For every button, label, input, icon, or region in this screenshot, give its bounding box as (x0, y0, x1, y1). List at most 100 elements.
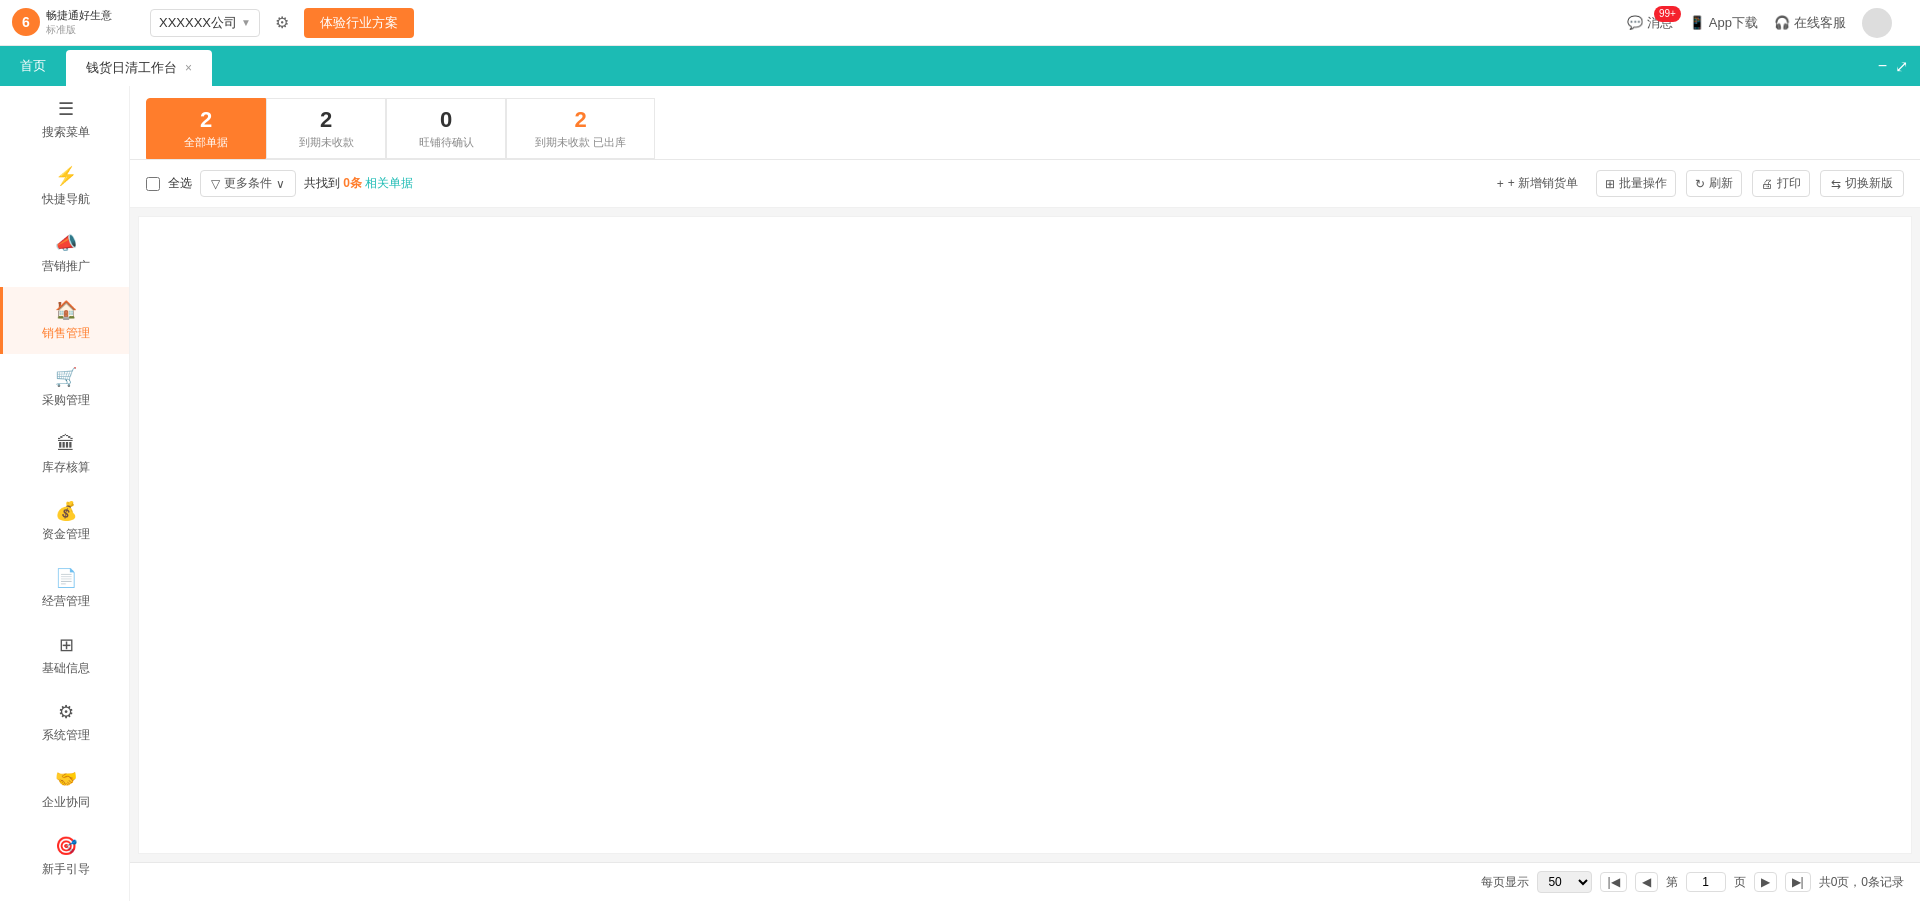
switch-label: 切换新版 (1845, 175, 1893, 192)
guide-icon: 🎯 (55, 835, 77, 857)
nav-tab-actions: − ⤢ (1878, 57, 1920, 76)
top-header: 6 畅捷通好生意 标准版 XXXXXX公司 ▼ ⚙ 体验行业方案 💬 消息 99… (0, 0, 1920, 46)
sidebar: ☰ 搜索菜单 ⚡ 快捷导航 📣 营销推广 🏠 销售管理 🛒 采购管理 🏛 库存核… (0, 86, 130, 901)
stat-tab-shipped[interactable]: 2 到期未收款 已出库 (506, 98, 655, 159)
try-industry-button[interactable]: 体验行业方案 (304, 8, 414, 38)
stat-tabs: 2 全部单据 2 到期未收款 0 旺铺待确认 2 到期未收款 已出库 (130, 86, 1920, 160)
basic-info-icon: ⊞ (55, 634, 77, 656)
sidebar-item-quick-nav[interactable]: ⚡ 快捷导航 (0, 153, 129, 220)
stat-tab-overdue[interactable]: 2 到期未收款 (266, 98, 386, 159)
stat-label-wangpu: 旺铺待确认 (419, 135, 474, 150)
page-number-input[interactable] (1686, 872, 1726, 892)
stat-tab-all[interactable]: 2 全部单据 (146, 98, 266, 159)
sidebar-system-label: 系统管理 (42, 727, 90, 744)
enterprise-icon: 🤝 (55, 768, 77, 790)
sidebar-item-basic-info[interactable]: ⊞ 基础信息 (0, 622, 129, 689)
page-text: 第 (1666, 874, 1678, 891)
logo-text-area: 畅捷通好生意 标准版 (46, 8, 112, 36)
company-selector[interactable]: XXXXXX公司 ▼ (150, 9, 260, 37)
page-text2: 页 (1734, 874, 1746, 891)
filter-button[interactable]: ▽ 更多条件 ∨ (200, 170, 296, 197)
next-page-button[interactable]: ▶ (1754, 872, 1777, 892)
message-icon: 💬 (1627, 15, 1643, 30)
sidebar-quick-nav-label: 快捷导航 (42, 191, 90, 208)
tab-qianhueriqing-label: 钱货日清工作台 (86, 59, 177, 77)
stat-label-shipped: 到期未收款 已出库 (535, 135, 626, 150)
inventory-icon: 🏛 (55, 433, 77, 455)
tab-home-label: 首页 (20, 57, 46, 75)
stat-num-all: 2 (200, 107, 212, 133)
total-info: 共0页，0条记录 (1819, 874, 1904, 891)
sidebar-purchase-label: 采购管理 (42, 392, 90, 409)
operations-icon: 📄 (55, 567, 77, 589)
refresh-icon: ↻ (1695, 177, 1705, 191)
switch-version-button[interactable]: ⇆ 切换新版 (1820, 170, 1904, 197)
refresh-button[interactable]: ↻ 刷新 (1686, 170, 1742, 197)
sidebar-inventory-label: 库存核算 (42, 459, 90, 476)
avatar[interactable] (1862, 8, 1892, 38)
per-page-select[interactable]: 50 100 200 (1537, 871, 1592, 893)
stat-label-all: 全部单据 (184, 135, 228, 150)
settings-icon[interactable]: ⚙ (268, 9, 296, 37)
stat-num-wangpu: 0 (440, 107, 452, 133)
sidebar-item-enterprise[interactable]: 🤝 企业协同 (0, 756, 129, 823)
filter-label: 更多条件 (224, 175, 272, 192)
search-menu-icon: ☰ (55, 98, 77, 120)
sales-icon: 🏠 (55, 299, 77, 321)
add-label: + 新增销货单 (1508, 175, 1578, 192)
tab-qianhueriqing[interactable]: 钱货日清工作台 × (66, 50, 212, 86)
sidebar-item-app-center[interactable]: 📥 应用中心 (0, 890, 129, 901)
table-area (138, 216, 1912, 854)
sidebar-item-guide[interactable]: 🎯 新手引导 (0, 823, 129, 890)
sidebar-item-marketing[interactable]: 📣 营销推广 (0, 220, 129, 287)
filter-icon: ▽ (211, 177, 220, 191)
found-text: 共找到 0条 相关单据 (304, 175, 413, 192)
main-layout: ☰ 搜索菜单 ⚡ 快捷导航 📣 营销推广 🏠 销售管理 🛒 采购管理 🏛 库存核… (0, 86, 1920, 901)
main-content: 2 全部单据 2 到期未收款 0 旺铺待确认 2 到期未收款 已出库 全选 (130, 86, 1920, 901)
toolbar-left: 全选 ▽ 更多条件 ∨ 共找到 0条 相关单据 (146, 170, 1481, 197)
sidebar-item-purchase[interactable]: 🛒 采购管理 (0, 354, 129, 421)
select-all-label: 全选 (168, 175, 192, 192)
sidebar-item-search-menu[interactable]: ☰ 搜索菜单 (0, 86, 129, 153)
app-name: 畅捷通好生意 (46, 8, 112, 22)
batch-operation-button[interactable]: ⊞ 批量操作 (1596, 170, 1676, 197)
sidebar-basic-info-label: 基础信息 (42, 660, 90, 677)
quick-nav-icon: ⚡ (55, 165, 77, 187)
prev-page-button[interactable]: ◀ (1635, 872, 1658, 892)
found-count: 0条 (343, 176, 362, 190)
logo-area: 6 畅捷通好生意 标准版 (12, 8, 142, 36)
sidebar-guide-label: 新手引导 (42, 861, 90, 878)
messages-action[interactable]: 💬 消息 99+ (1627, 14, 1673, 32)
select-all-checkbox[interactable] (146, 177, 160, 191)
print-button[interactable]: 🖨 打印 (1752, 170, 1810, 197)
sidebar-item-operations[interactable]: 📄 经营管理 (0, 555, 129, 622)
messages-badge: 99+ (1654, 6, 1681, 22)
first-page-button[interactable]: |◀ (1600, 872, 1626, 892)
sidebar-item-system[interactable]: ⚙ 系统管理 (0, 689, 129, 756)
print-icon: 🖨 (1761, 177, 1773, 191)
tab-home[interactable]: 首页 (0, 46, 66, 86)
app-download-action[interactable]: 📱 App下载 (1689, 14, 1758, 32)
header-right: 💬 消息 99+ 📱 App下载 🎧 在线客服 (1627, 8, 1908, 38)
company-name: XXXXXX公司 (159, 14, 237, 32)
toolbar: 全选 ▽ 更多条件 ∨ 共找到 0条 相关单据 + + 新增销货单 ⊞ 批量操作 (130, 160, 1920, 208)
found-link[interactable]: 相关单据 (365, 176, 413, 190)
sidebar-item-inventory[interactable]: 🏛 库存核算 (0, 421, 129, 488)
dropdown-arrow-icon: ▼ (241, 17, 251, 28)
sidebar-item-sales[interactable]: 🏠 销售管理 (0, 287, 129, 354)
headset-icon: 🎧 (1774, 15, 1790, 30)
maximize-button[interactable]: ⤢ (1895, 57, 1908, 76)
add-sales-order-button[interactable]: + + 新增销货单 (1489, 171, 1586, 196)
sidebar-item-finance[interactable]: 💰 资金管理 (0, 488, 129, 555)
last-page-button[interactable]: ▶| (1785, 872, 1811, 892)
footer-bar: 每页显示 50 100 200 |◀ ◀ 第 页 ▶ ▶| 共0页，0条记录 (130, 862, 1920, 901)
finance-icon: 💰 (55, 500, 77, 522)
filter-arrow-icon: ∨ (276, 177, 285, 191)
stat-tab-wangpu[interactable]: 0 旺铺待确认 (386, 98, 506, 159)
close-tab-icon[interactable]: × (185, 61, 192, 75)
nav-tabs: 首页 钱货日清工作台 × − ⤢ (0, 46, 1920, 86)
refresh-label: 刷新 (1709, 175, 1733, 192)
online-service-action[interactable]: 🎧 在线客服 (1774, 14, 1846, 32)
stat-num-overdue: 2 (320, 107, 332, 133)
minimize-button[interactable]: − (1878, 57, 1887, 75)
